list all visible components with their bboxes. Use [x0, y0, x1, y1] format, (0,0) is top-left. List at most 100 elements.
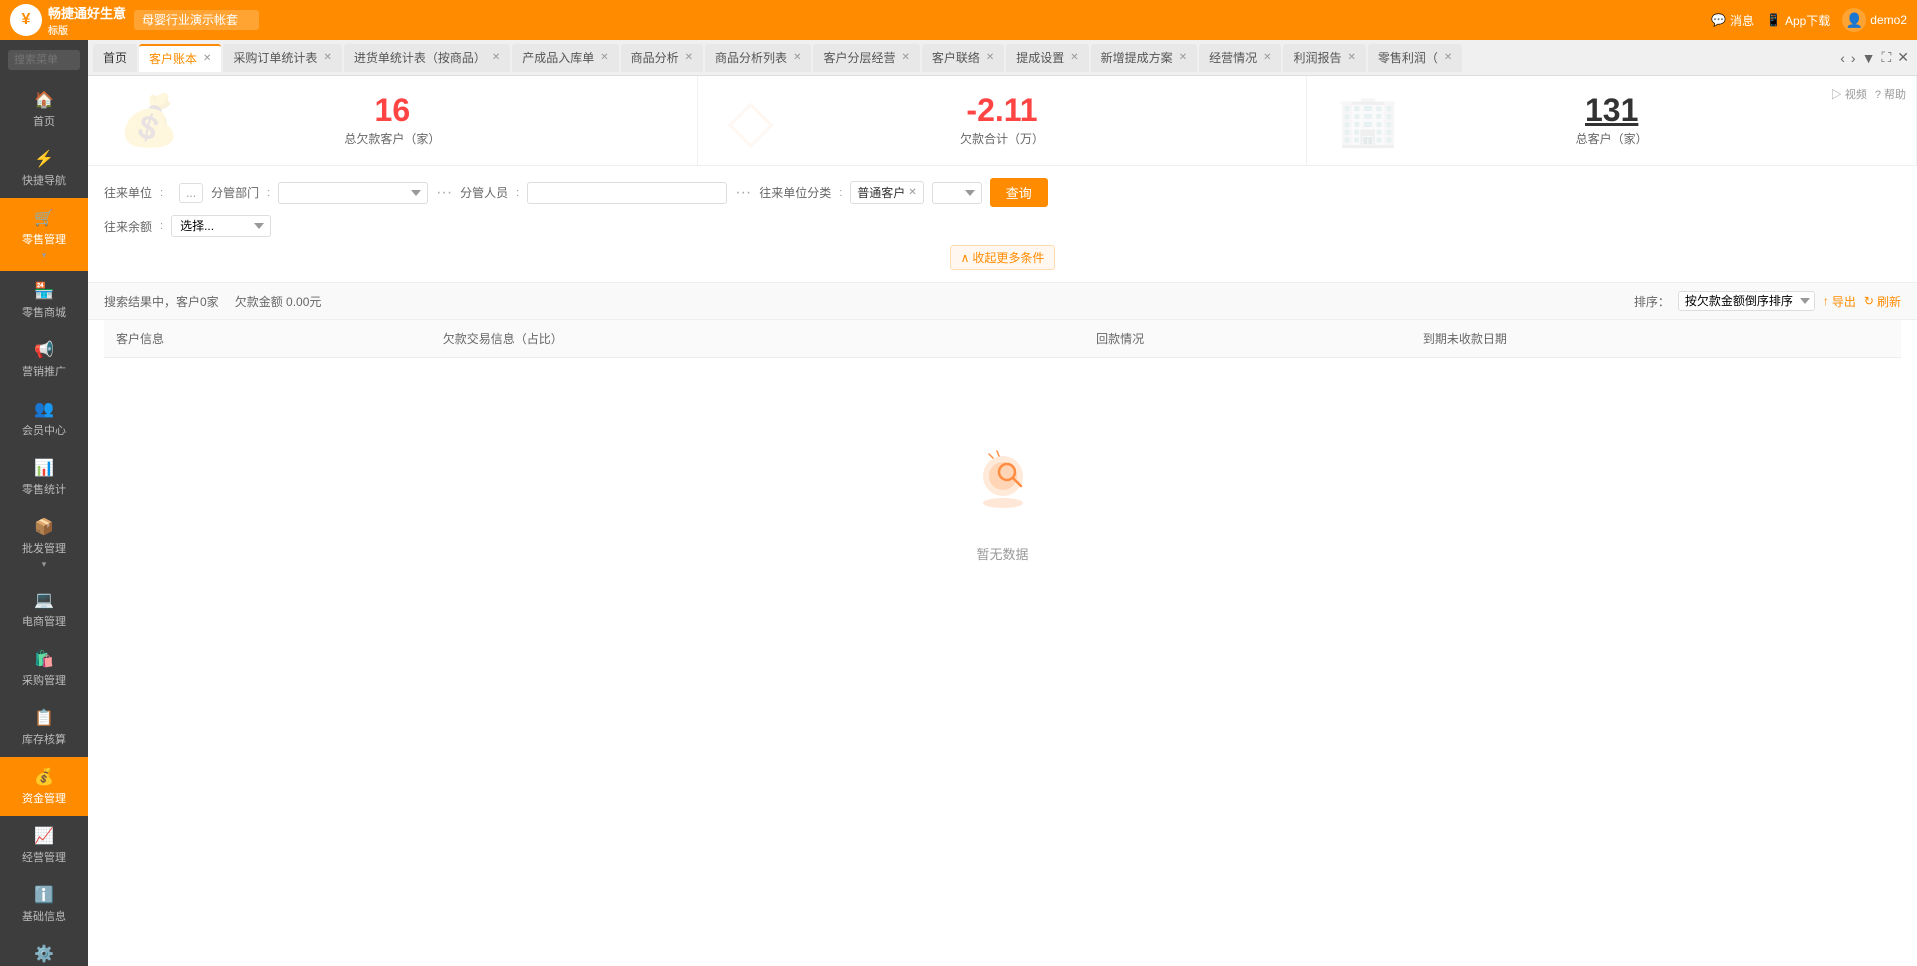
sidebar-item-retail-stats[interactable]: 📊零售统计 [0, 448, 88, 507]
logo-icon: ¥ [10, 4, 42, 36]
tab-2[interactable]: 采购订单统计表✕ [223, 44, 341, 72]
main-content: 💰 16 总欠款客户（家） ◇ -2.11 欠款合计（万） 🏢 131 总客户（… [88, 76, 1917, 966]
tab-close-3[interactable]: ✕ [492, 52, 500, 63]
stat-bg-icon-3: 🏢 [1337, 91, 1399, 150]
help-video-btn[interactable]: ▷ 视频 [1831, 86, 1867, 102]
tab-6[interactable]: 商品分析列表✕ [705, 44, 811, 72]
sidebar-label-finance-mgmt: 资金管理 [22, 790, 66, 806]
sidebar-item-operation-mgmt[interactable]: 📈经营管理 [0, 816, 88, 875]
tab-close-4[interactable]: ✕ [600, 52, 608, 63]
unit-class-tag-close[interactable]: ✕ [908, 187, 916, 198]
tab-12[interactable]: 利润报告✕ [1283, 44, 1365, 72]
stat-bg-icon-2: ◇ [728, 86, 774, 156]
query-button[interactable]: 查询 [990, 178, 1048, 207]
table-col-1: 欠款交易信息（占比） [431, 320, 1084, 358]
result-bar: 搜索结果中，客户0家 欠款金额 0.00元 排序： 按欠款金额倒序排序 ↑ 导出 [88, 283, 1917, 320]
person-filter-input[interactable] [527, 182, 727, 204]
sidebar-item-basic-info[interactable]: ℹ️基础信息 [0, 875, 88, 934]
balance-filter-select[interactable]: 选择... [171, 215, 271, 237]
message-label: 消息 [1730, 12, 1754, 29]
tab-label-0: 首页 [103, 49, 127, 66]
app-download-btn[interactable]: 📱 App下载 [1766, 12, 1830, 29]
unit-class-tag: 普通客户 ✕ [850, 181, 923, 204]
tab-9[interactable]: 提成设置 ✕ [1006, 44, 1088, 72]
tab-11[interactable]: 经营情况✕ [1199, 44, 1281, 72]
sidebar-item-purchase-mgmt[interactable]: 🛍️采购管理 [0, 639, 88, 698]
collapse-icon: ∧ [961, 251, 970, 265]
tab-close-10[interactable]: ✕ [1179, 52, 1187, 63]
content-area: 首页客户账本✕采购订单统计表✕进货单统计表（按商品）✕产成品入库单✕商品分析✕商… [88, 40, 1917, 966]
message-btn[interactable]: 💬 消息 [1711, 12, 1754, 29]
tab-fullscreen-btn[interactable]: ⛶ [1878, 49, 1894, 66]
sidebar-label-operation-mgmt: 经营管理 [22, 849, 66, 865]
sidebar-item-system-mgmt[interactable]: ⚙️系统管理 [0, 934, 88, 966]
tab-close-7[interactable]: ✕ [901, 52, 909, 63]
tab-close-5[interactable]: ✕ [685, 52, 693, 63]
tab-prev-btn[interactable]: ‹ [1837, 50, 1848, 66]
sidebar-item-wholesale-mgmt[interactable]: 📦批发管理▾ [0, 507, 88, 580]
top-bar-left: ¥ 畅捷通好生意 标版 母婴行业演示帐套 [10, 3, 259, 37]
sidebar-icon-marketing: 📢 [34, 340, 54, 360]
tab-menu-btn[interactable]: ▼ [1859, 50, 1879, 66]
sidebar-label-retail-mgmt: 零售管理 [22, 231, 66, 247]
sidebar-item-member-center[interactable]: 👥会员中心 [0, 389, 88, 448]
dept-filter-select[interactable] [278, 182, 428, 204]
refresh-btn[interactable]: ↻ 刷新 [1864, 293, 1901, 310]
tab-close-13[interactable]: ✕ [1444, 52, 1452, 63]
sidebar-item-retail-mgmt[interactable]: 🛒零售管理▾ [0, 198, 88, 271]
tab-close-9[interactable]: ✕ [1070, 52, 1078, 63]
sidebar-label-purchase-mgmt: 采购管理 [22, 672, 66, 688]
tab-close-12[interactable]: ✕ [1348, 52, 1356, 63]
unit-more-tags[interactable]: ... [179, 183, 203, 203]
top-bar: ¥ 畅捷通好生意 标版 母婴行业演示帐套 💬 消息 📱 App下载 👤 d [0, 0, 1917, 40]
tab-7[interactable]: 客户分层经营✕ [813, 44, 919, 72]
table-col-0: 客户信息 [104, 320, 431, 358]
tab-label-8: 客户联络 [932, 49, 980, 66]
tab-5[interactable]: 商品分析✕ [621, 44, 703, 72]
tab-close-8[interactable]: ✕ [986, 52, 994, 63]
tab-label-9: 提成设置 [1016, 49, 1064, 66]
account-selector[interactable]: 母婴行业演示帐套 [134, 10, 259, 30]
search-input[interactable] [8, 50, 80, 70]
sidebar-item-finance-mgmt[interactable]: 💰资金管理 [0, 757, 88, 816]
tab-4[interactable]: 产成品入库单✕ [512, 44, 618, 72]
collapse-btn-row: ∧ 收起更多条件 [104, 245, 1901, 270]
table-col-2: 回款情况 [1084, 320, 1411, 358]
dept-filter-clear[interactable]: ··· [436, 184, 452, 202]
stat-bg-icon-1: 💰 [118, 91, 180, 150]
dept-filter-label: 分管部门 [211, 184, 259, 201]
tab-1[interactable]: 客户账本✕ [139, 44, 221, 72]
table-head: 客户信息欠款交易信息（占比）回款情况到期未收款日期 [104, 320, 1901, 358]
tab-8[interactable]: 客户联络 ✕ [922, 44, 1004, 72]
sidebar-item-ecommerce[interactable]: 💻电商管理 [0, 580, 88, 639]
sidebar-item-retail-mall[interactable]: 🏪零售商城 [0, 271, 88, 330]
person-filter-clear[interactable]: ··· [735, 184, 751, 202]
main-layout: 🏠首页⚡快捷导航🛒零售管理▾🏪零售商城📢营销推广👥会员中心📊零售统计📦批发管理▾… [0, 40, 1917, 966]
collapse-btn[interactable]: ∧ 收起更多条件 [950, 245, 1056, 270]
sort-select[interactable]: 按欠款金额倒序排序 [1678, 291, 1815, 311]
tab-10[interactable]: 新增提成方案✕ [1091, 44, 1197, 72]
sidebar-item-inventory[interactable]: 📋库存核算 [0, 698, 88, 757]
user-menu[interactable]: 👤 demo2 [1842, 8, 1907, 32]
tab-close-2[interactable]: ✕ [323, 52, 331, 63]
tab-close-1[interactable]: ✕ [203, 53, 211, 64]
sidebar-item-home[interactable]: 🏠首页 [0, 80, 88, 139]
tab-next-btn[interactable]: › [1848, 50, 1859, 66]
tab-close-6[interactable]: ✕ [793, 52, 801, 63]
search-result-label: 搜索结果中，客户0家 [104, 293, 219, 310]
unit-class-filter-select[interactable] [932, 182, 982, 204]
sidebar-label-wholesale-mgmt: 批发管理 [22, 540, 66, 556]
tab-3[interactable]: 进货单统计表（按商品）✕ [344, 44, 510, 72]
tab-13[interactable]: 零售利润（✕ [1368, 44, 1462, 72]
stat-number-total: 131 [1585, 94, 1638, 126]
help-doc-btn[interactable]: ? 帮助 [1875, 86, 1906, 102]
refresh-label: 刷新 [1877, 293, 1901, 310]
export-btn[interactable]: ↑ 导出 [1823, 293, 1856, 310]
tab-close-11[interactable]: ✕ [1263, 52, 1271, 63]
tab-close-all-btn[interactable]: ✕ [1894, 49, 1912, 66]
sidebar-icon-basic-info: ℹ️ [34, 885, 54, 905]
tab-0[interactable]: 首页 [93, 44, 137, 72]
sidebar-item-quick-nav[interactable]: ⚡快捷导航 [0, 139, 88, 198]
sidebar-label-quick-nav: 快捷导航 [22, 172, 66, 188]
sidebar-item-marketing[interactable]: 📢营销推广 [0, 330, 88, 389]
